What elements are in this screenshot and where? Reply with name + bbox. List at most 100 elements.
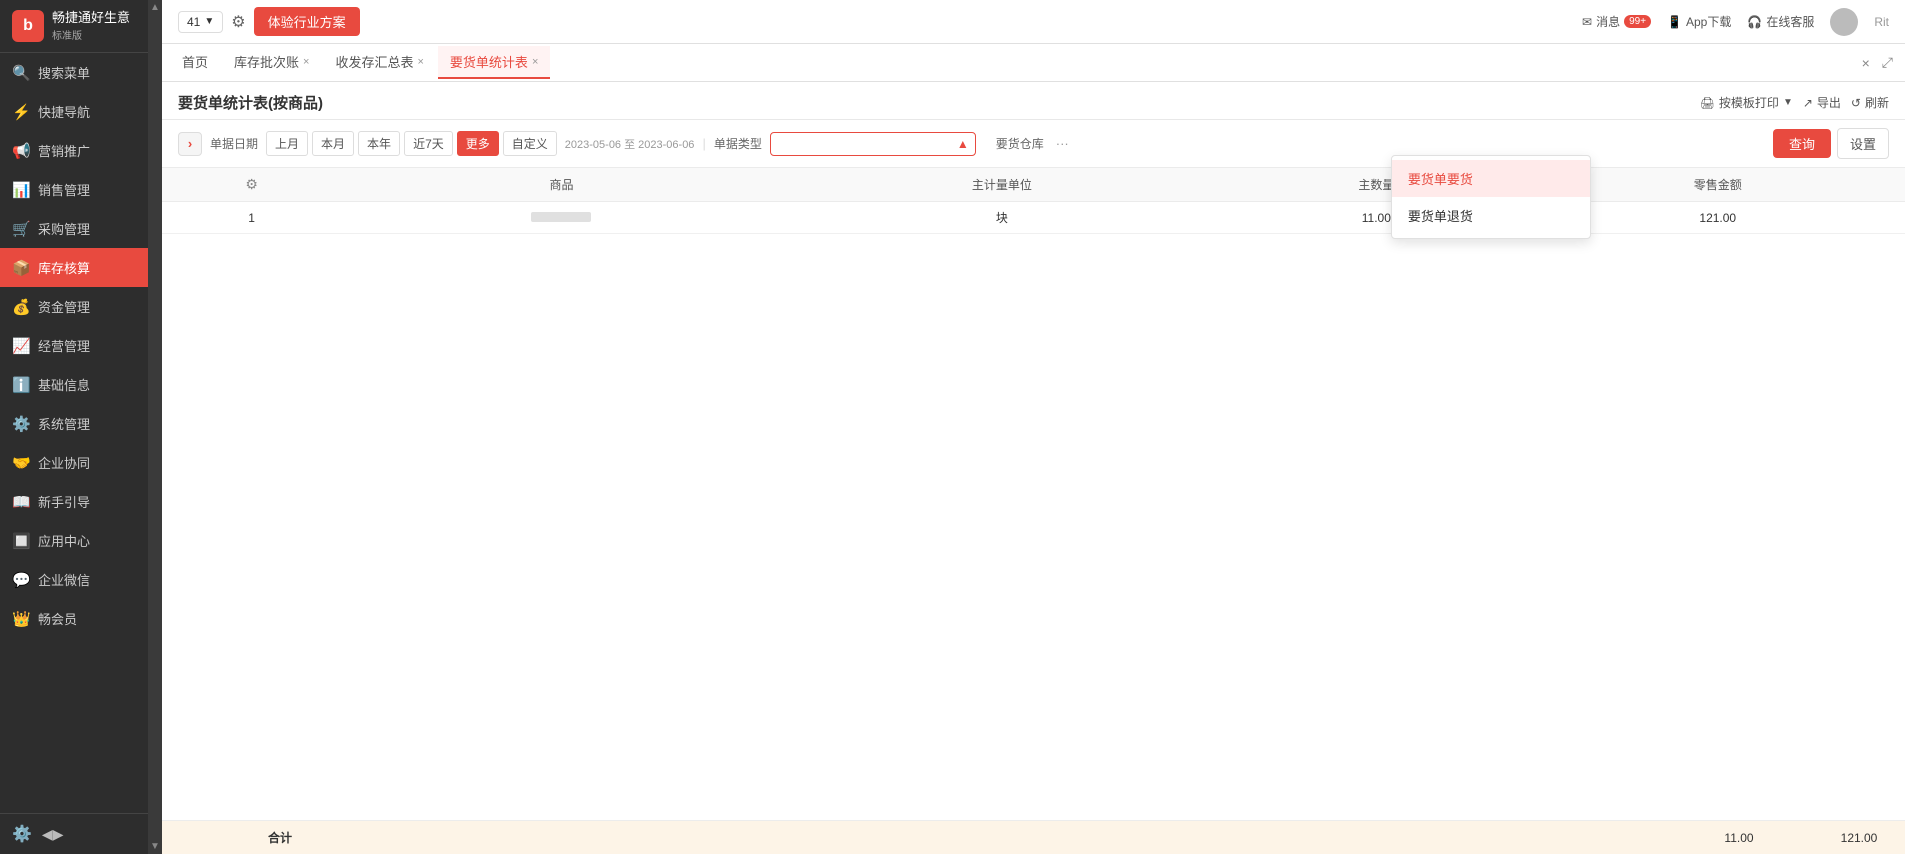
sidebar-item-label: 快捷导航	[38, 102, 90, 121]
print-button[interactable]: 🖨 按模板打印 ▼	[1700, 94, 1793, 111]
th-settings[interactable]: ⚙	[162, 168, 341, 202]
tab-label: 库存批次账	[234, 52, 299, 71]
trial-button[interactable]: 体验行业方案	[254, 7, 360, 36]
refresh-icon: ↺	[1851, 96, 1861, 110]
sidebar-item-sales[interactable]: 📊 销售管理	[0, 170, 148, 209]
sidebar-item-purchase[interactable]: 🛒 采购管理	[0, 209, 148, 248]
sidebar-item-vip[interactable]: 👑 畅会员	[0, 599, 148, 638]
tab-label: 要货单统计表	[450, 52, 528, 71]
date-label: 单据日期	[210, 135, 258, 152]
sidebar-item-label: 畅会员	[38, 609, 77, 628]
message-button[interactable]: ✉ 消息 99+	[1582, 13, 1651, 30]
scroll-up-arrow[interactable]: ▲	[150, 2, 160, 13]
tabs-expand-button[interactable]: ⤢	[1878, 50, 1897, 75]
sidebar-item-label: 经营管理	[38, 336, 90, 355]
type-filter-input[interactable]	[771, 133, 951, 155]
tab-label: 首页	[182, 52, 208, 71]
sidebar-item-label: 营销推广	[38, 141, 90, 160]
branch-selector[interactable]: 41 ▼	[178, 11, 223, 33]
message-icon: ✉	[1582, 15, 1592, 29]
export-button[interactable]: ↗ 导出	[1803, 94, 1841, 111]
sidebar-item-marketing[interactable]: 📢 营销推广	[0, 131, 148, 170]
sidebar-nav: 🔍 搜索菜单 ⚡ 快捷导航 📢 营销推广 📊 销售管理 🛒 采购管理 📦 库存核…	[0, 53, 148, 813]
sidebar-item-quicknav[interactable]: ⚡ 快捷导航	[0, 92, 148, 131]
tab-receive-summary[interactable]: 收发存汇总表 ×	[323, 46, 435, 79]
date-last-month-btn[interactable]: 上月	[266, 131, 308, 156]
sidebar: b 畅捷通好生意 标准版 🔍 搜索菜单 ⚡ 快捷导航 📢 营销推广 📊 销售管理…	[0, 0, 148, 854]
total-qty: 11.00	[1709, 831, 1769, 845]
date-custom-btn[interactable]: 自定义	[503, 131, 557, 156]
type-filter-arrow[interactable]: ▲	[951, 137, 975, 151]
vip-icon: 👑	[12, 610, 30, 628]
total-row: 合计 11.00 121.00	[162, 820, 1905, 854]
sidebar-item-wechat[interactable]: 💬 企业微信	[0, 560, 148, 599]
chevron-down-icon: ▼	[1783, 97, 1793, 108]
topbar-right: ✉ 消息 99+ 📱 App下载 🎧 在线客服 Rit	[1582, 8, 1889, 36]
refresh-button[interactable]: ↺ 刷新	[1851, 94, 1889, 111]
search-icon: 🔍	[12, 64, 30, 82]
th-unit: 主计量单位	[782, 168, 1223, 202]
sidebar-item-guide[interactable]: 📖 新手引导	[0, 482, 148, 521]
topbar-settings-icon[interactable]: ⚙	[231, 12, 245, 32]
branch-name: 41	[187, 15, 200, 29]
row-index: 1	[162, 202, 341, 234]
warehouse-dots[interactable]: ···	[1056, 136, 1069, 151]
sidebar-item-info[interactable]: ℹ️ 基础信息	[0, 365, 148, 404]
date-this-year-btn[interactable]: 本年	[358, 131, 400, 156]
dropdown-item-order-delivery[interactable]: 要货单要货	[1392, 160, 1590, 197]
filter-expand-button[interactable]: ›	[178, 132, 202, 156]
tab-close-icon[interactable]: ×	[532, 56, 538, 68]
user-avatar[interactable]	[1830, 8, 1858, 36]
system-icon: ⚙️	[12, 415, 30, 433]
page-header: 要货单统计表(按商品) 🖨 按模板打印 ▼ ↗ 导出 ↺ 刷新	[162, 82, 1905, 120]
date-this-month-btn[interactable]: 本月	[312, 131, 354, 156]
sidebar-footer: ⚙️ ◀▶	[0, 813, 148, 854]
tabs-bar: 首页 库存批次账 × 收发存汇总表 × 要货单统计表 × × ⤢	[162, 44, 1905, 82]
scroll-down-arrow[interactable]: ▼	[150, 841, 160, 852]
row-unit: 块	[782, 202, 1223, 234]
settings-footer-icon[interactable]: ⚙️	[12, 824, 32, 844]
sidebar-item-label: 企业微信	[38, 570, 90, 589]
table-wrap: ⚙ 商品 主计量单位 主数量 零售金额	[162, 168, 1905, 820]
tab-inventory-batch[interactable]: 库存批次账 ×	[222, 46, 321, 79]
dropdown-item-order-return[interactable]: 要货单退货	[1392, 197, 1590, 234]
settings-icon[interactable]: ⚙	[245, 176, 258, 192]
sidebar-item-inventory[interactable]: 📦 库存核算	[0, 248, 148, 287]
online-service-button[interactable]: 🎧 在线客服	[1747, 13, 1814, 30]
sidebar-item-apps[interactable]: 🔲 应用中心	[0, 521, 148, 560]
tab-label: 收发存汇总表	[335, 52, 413, 71]
date-7days-btn[interactable]: 近7天	[404, 131, 453, 156]
tab-order-stats[interactable]: 要货单统计表 ×	[438, 46, 550, 79]
set-button[interactable]: 设置	[1837, 128, 1889, 159]
sidebar-item-label: 基础信息	[38, 375, 90, 394]
guide-icon: 📖	[12, 493, 30, 511]
date-more-btn[interactable]: 更多	[457, 131, 499, 156]
row-product	[341, 202, 781, 234]
flash-icon: ⚡	[12, 103, 30, 121]
app-download-button[interactable]: 📱 App下载	[1667, 13, 1731, 30]
sidebar-item-search[interactable]: 🔍 搜索菜单	[0, 53, 148, 92]
collapse-icon[interactable]: ◀▶	[42, 826, 64, 843]
sidebar-scrollbar[interactable]: ▲ ▼	[148, 0, 162, 854]
service-label: 在线客服	[1766, 13, 1814, 30]
sidebar-item-system[interactable]: ⚙️ 系统管理	[0, 404, 148, 443]
tab-home[interactable]: 首页	[170, 46, 220, 79]
sidebar-logo: b 畅捷通好生意 标准版	[0, 0, 148, 53]
main-area: 41 ▼ ⚙ 体验行业方案 ✉ 消息 99+ 📱 App下载 🎧 在线客服 Ri…	[162, 0, 1905, 854]
apps-icon: 🔲	[12, 532, 30, 550]
service-icon: 🎧	[1747, 15, 1762, 29]
sidebar-item-management[interactable]: 📈 经营管理	[0, 326, 148, 365]
sidebar-item-corp[interactable]: 🤝 企业协同	[0, 443, 148, 482]
chevron-down-icon: ▼	[204, 16, 214, 27]
message-label: 消息	[1596, 13, 1620, 30]
data-table: ⚙ 商品 主计量单位 主数量 零售金额	[162, 168, 1905, 234]
query-button[interactable]: 查询	[1773, 129, 1831, 158]
logo-icon: b	[12, 10, 44, 42]
sidebar-item-finance[interactable]: 💰 资金管理	[0, 287, 148, 326]
app-download-icon: 📱	[1667, 15, 1682, 29]
tabs-close-all-button[interactable]: ×	[1858, 51, 1874, 75]
page-actions: 🖨 按模板打印 ▼ ↗ 导出 ↺ 刷新	[1700, 94, 1889, 111]
tab-close-icon[interactable]: ×	[417, 56, 423, 68]
tab-close-icon[interactable]: ×	[303, 56, 309, 68]
filter-actions: 查询 设置	[1773, 128, 1889, 159]
